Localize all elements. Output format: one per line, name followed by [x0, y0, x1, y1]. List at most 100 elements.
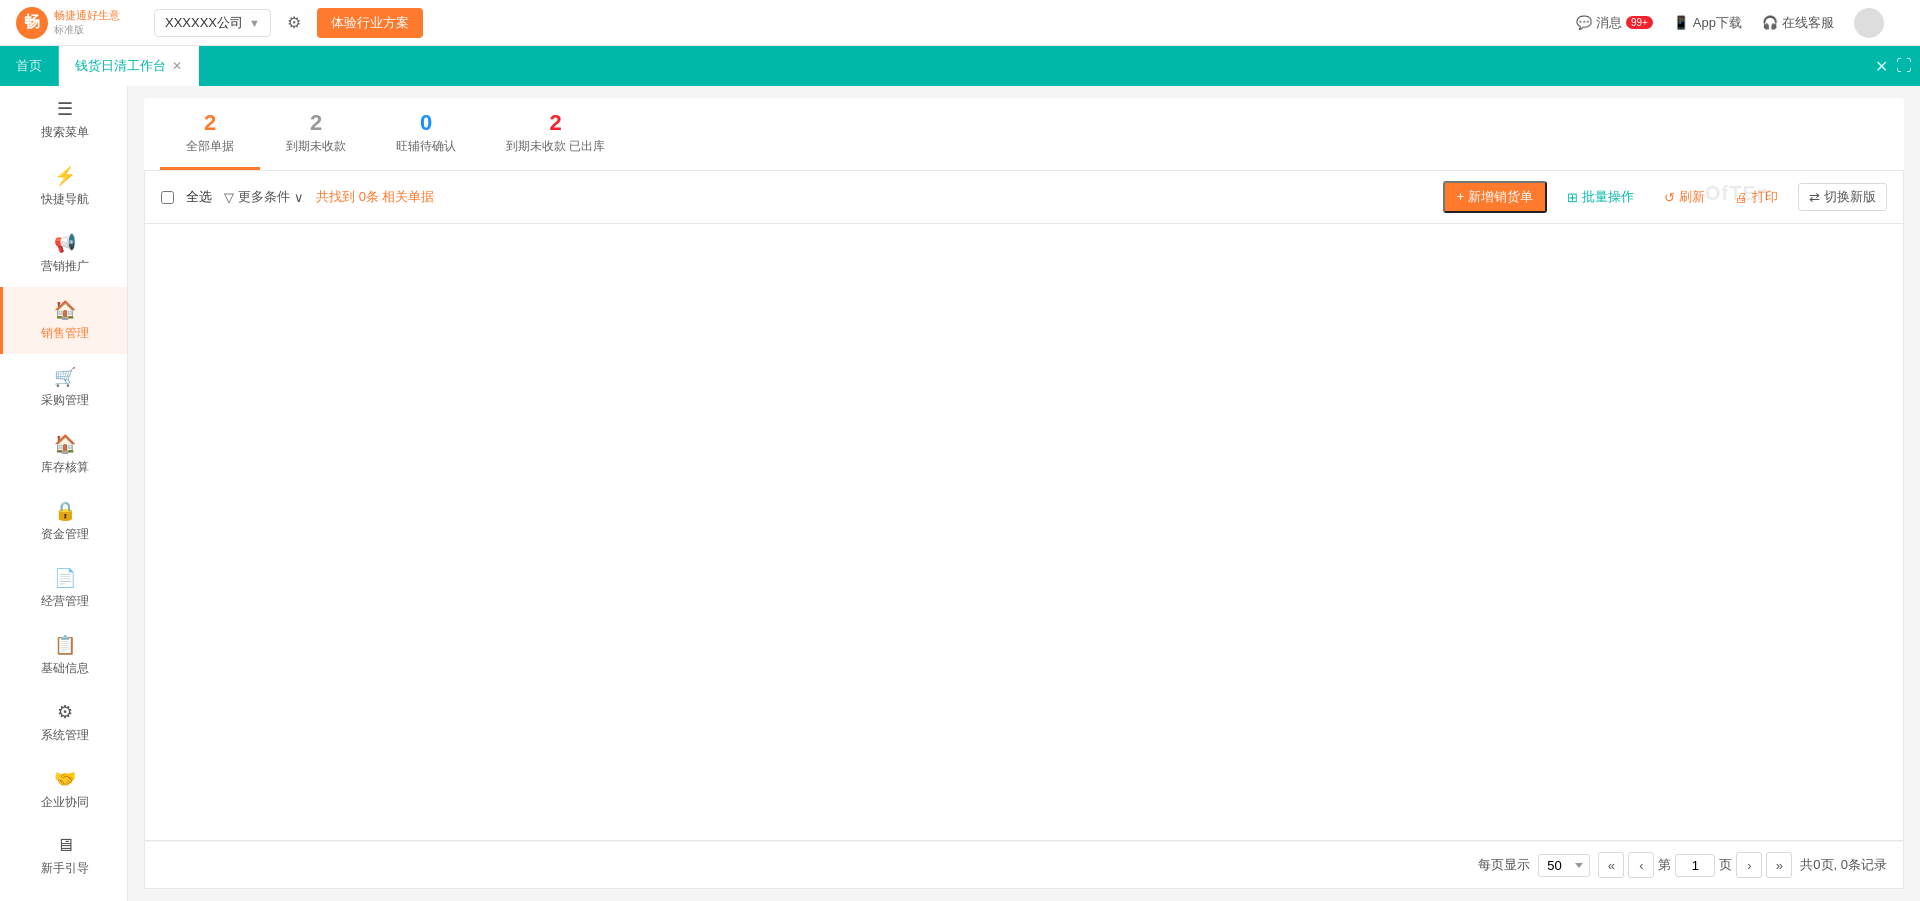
company-dropdown-arrow: ▼ — [249, 17, 260, 29]
sidebar-item-search[interactable]: ☰ 搜索菜单 — [0, 86, 127, 153]
tab-expand-button[interactable]: ✕ — [1875, 57, 1888, 76]
sidebar-inventory-label: 库存核算 — [41, 459, 89, 476]
cooperation-icon: 🤝 — [54, 768, 76, 790]
gear-icon: ⚙ — [287, 13, 301, 32]
tab-home[interactable]: 首页 — [0, 46, 59, 86]
print-button[interactable]: 🖨 打印 — [1725, 184, 1788, 210]
messages-button[interactable]: 💬 消息 99+ — [1576, 14, 1653, 32]
stat-tab-overdue[interactable]: 2 到期未收款 — [262, 98, 370, 170]
tab-work-bench-label: 钱货日清工作台 — [75, 57, 166, 75]
stat-overdue-label: 到期未收款 — [286, 138, 346, 155]
online-service-button[interactable]: 🎧 在线客服 — [1762, 14, 1834, 32]
stat-tab-wangwang[interactable]: 0 旺辅待确认 — [372, 98, 480, 170]
select-all-checkbox[interactable] — [161, 191, 174, 204]
stat-overdue-shipped-num: 2 — [550, 110, 562, 136]
sidebar-item-purchase[interactable]: 🛒 采购管理 — [0, 354, 127, 421]
last-page-button[interactable]: » — [1766, 852, 1792, 878]
stat-tab-all[interactable]: 2 全部单据 — [160, 98, 260, 170]
sidebar-item-marketing[interactable]: 📢 营销推广 — [0, 220, 127, 287]
service-icon: 🎧 — [1762, 15, 1778, 30]
print-label: 打印 — [1752, 188, 1778, 206]
sidebar-operation-label: 经营管理 — [41, 593, 89, 610]
stat-wangwang-label: 旺辅待确认 — [396, 138, 456, 155]
tab-fullscreen-button[interactable]: ⛶ — [1896, 57, 1912, 75]
app-icon: 📱 — [1673, 15, 1689, 30]
logo-text: 畅捷通好生意 — [54, 8, 120, 22]
filter-button[interactable]: ▽ 更多条件 ∨ — [224, 188, 304, 206]
prev-page-button[interactable]: ‹ — [1628, 852, 1654, 878]
basic-info-icon: 📋 — [54, 634, 76, 656]
page-total: 共0页, 0条记录 — [1800, 856, 1887, 874]
add-sales-order-button[interactable]: + 新增销货单 — [1443, 181, 1547, 213]
company-selector[interactable]: XXXXXX公司 ▼ — [154, 9, 271, 37]
app-layout: ☰ 搜索菜单 ⚡ 快捷导航 📢 营销推广 🏠 销售管理 🛒 采购管理 🏠 库存核… — [0, 86, 1920, 901]
avatar[interactable] — [1854, 8, 1884, 38]
filter-dropdown-icon: ∨ — [294, 190, 304, 205]
refresh-icon: ↺ — [1664, 190, 1675, 205]
batch-label: 批量操作 — [1582, 188, 1634, 206]
sidebar-item-inventory[interactable]: 🏠 库存核算 — [0, 421, 127, 488]
tab-controls: ✕ ⛶ — [1875, 46, 1920, 86]
sidebar-finance-label: 资金管理 — [41, 526, 89, 543]
tab-work-bench[interactable]: 钱货日清工作台 ✕ — [59, 46, 199, 86]
app-download-label: App下载 — [1693, 14, 1742, 32]
filter-label: 更多条件 — [238, 188, 290, 206]
sidebar-item-sales[interactable]: 🏠 销售管理 — [0, 287, 127, 354]
sidebar-item-cooperation[interactable]: 🤝 企业协同 — [0, 756, 127, 823]
pagination: 每页显示 50 10 20 100 « ‹ 第 页 › » 共0页, 0条记录 — [144, 841, 1904, 889]
stat-wangwang-num: 0 — [420, 110, 432, 136]
messages-label: 消息 — [1596, 14, 1622, 32]
per-page-select[interactable]: 50 10 20 100 — [1538, 854, 1590, 877]
inventory-icon: 🏠 — [54, 433, 76, 455]
tab-bar: 首页 钱货日清工作台 ✕ ✕ ⛶ — [0, 46, 1920, 86]
finance-icon: 🔒 — [54, 500, 76, 522]
sidebar-basic-info-label: 基础信息 — [41, 660, 89, 677]
trial-button[interactable]: 体验行业方案 — [317, 8, 423, 38]
tab-home-label: 首页 — [16, 57, 42, 75]
count-info: 共找到 0条 相关单据 — [316, 188, 434, 206]
count-text: 共找到 — [316, 189, 355, 204]
search-menu-icon: ☰ — [57, 98, 73, 120]
sidebar-item-system[interactable]: ⚙ 系统管理 — [0, 689, 127, 756]
online-service-label: 在线客服 — [1782, 14, 1834, 32]
switch-icon: ⇄ — [1809, 190, 1820, 205]
stat-overdue-num: 2 — [310, 110, 322, 136]
sidebar-item-operation[interactable]: 📄 经营管理 — [0, 555, 127, 622]
stat-overdue-shipped-label: 到期未收款 已出库 — [506, 138, 605, 155]
select-all-label: 全选 — [186, 188, 212, 206]
header-right: 💬 消息 99+ 📱 App下载 🎧 在线客服 — [1576, 8, 1904, 38]
switch-version-button[interactable]: ⇄ 切换新版 — [1798, 183, 1887, 211]
page-input[interactable] — [1675, 854, 1715, 877]
stat-all-label: 全部单据 — [186, 138, 234, 155]
logo-area: 畅 畅捷通好生意 标准版 — [16, 7, 144, 39]
app-download-button[interactable]: 📱 App下载 — [1673, 14, 1742, 32]
system-icon: ⚙ — [57, 701, 73, 723]
sidebar-item-app-center[interactable]: 📦 应用中心 — [0, 889, 127, 901]
sidebar-item-guide[interactable]: 🖥 新手引导 — [0, 823, 127, 889]
sidebar: ☰ 搜索菜单 ⚡ 快捷导航 📢 营销推广 🏠 销售管理 🛒 采购管理 🏠 库存核… — [0, 86, 128, 901]
batch-icon: ⊞ — [1567, 190, 1578, 205]
first-page-button[interactable]: « — [1598, 852, 1624, 878]
tab-close-icon[interactable]: ✕ — [172, 59, 182, 73]
quick-nav-icon: ⚡ — [54, 165, 76, 187]
company-name: XXXXXX公司 — [165, 14, 243, 32]
page-word: 第 — [1658, 856, 1671, 874]
stat-tab-overdue-shipped[interactable]: 2 到期未收款 已出库 — [482, 98, 629, 170]
batch-operation-button[interactable]: ⊞ 批量操作 — [1557, 184, 1644, 210]
sidebar-marketing-label: 营销推广 — [41, 258, 89, 275]
sidebar-search-label: 搜索菜单 — [41, 124, 89, 141]
purchase-icon: 🛒 — [54, 366, 76, 388]
sidebar-item-quick-nav[interactable]: ⚡ 快捷导航 — [0, 153, 127, 220]
refresh-button[interactable]: ↺ 刷新 — [1654, 184, 1715, 210]
switch-label: 切换新版 — [1824, 188, 1876, 206]
count-suffix: 相关单据 — [382, 189, 434, 204]
sidebar-item-finance[interactable]: 🔒 资金管理 — [0, 488, 127, 555]
settings-button[interactable]: ⚙ — [279, 8, 309, 38]
next-page-button[interactable]: › — [1736, 852, 1762, 878]
table-area — [144, 224, 1904, 841]
count-num: 0条 — [359, 189, 379, 204]
main-content: 2 全部单据 2 到期未收款 0 旺辅待确认 2 到期未收款 已出库 全选 ▽ … — [128, 86, 1920, 901]
sidebar-item-basic-info[interactable]: 📋 基础信息 — [0, 622, 127, 689]
page-word-end: 页 — [1719, 856, 1732, 874]
logo-icon: 畅 — [16, 7, 48, 39]
